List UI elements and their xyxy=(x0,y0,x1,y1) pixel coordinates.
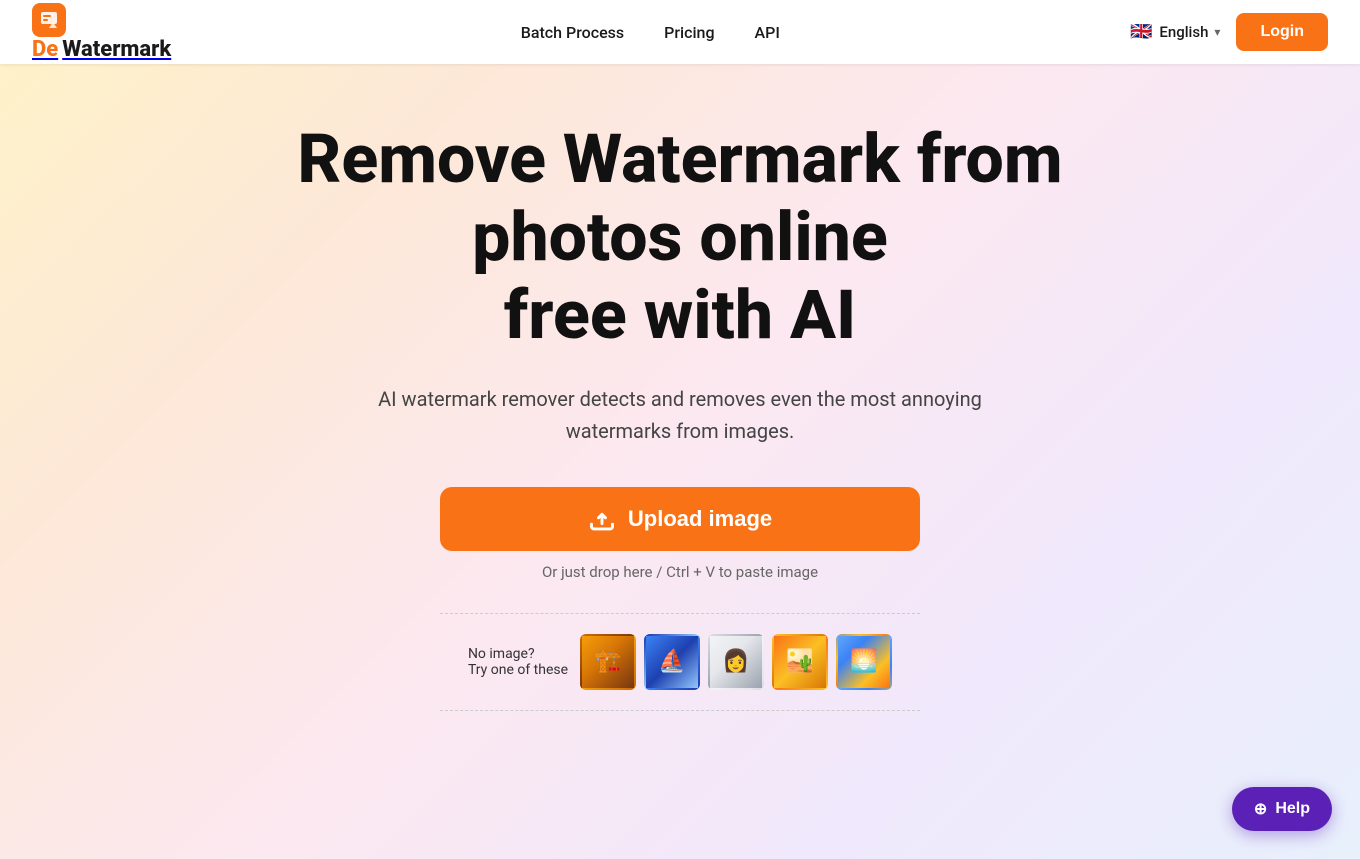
upload-button[interactable]: Upload image xyxy=(440,487,920,551)
logo-watermark: Watermark xyxy=(62,37,171,62)
nav-batch-process[interactable]: Batch Process xyxy=(521,23,624,42)
sample-thumb-content-5: 🌅 xyxy=(838,636,890,688)
sample-image-1[interactable]: 🏗️ xyxy=(580,634,636,690)
sample-image-3[interactable]: 👩 xyxy=(708,634,764,690)
navbar: DeWatermark Batch Process Pricing API 🇬🇧… xyxy=(0,0,1360,64)
try-label: Try one of these xyxy=(468,662,568,678)
sample-thumb-content-1: 🏗️ xyxy=(582,636,634,688)
login-button[interactable]: Login xyxy=(1236,13,1328,51)
sample-image-4[interactable]: 🏜️ xyxy=(772,634,828,690)
logo[interactable]: DeWatermark xyxy=(32,3,171,62)
sample-image-2[interactable]: ⛵ xyxy=(644,634,700,690)
hero-section: Remove Watermark from photos online free… xyxy=(0,0,1360,859)
upload-area: Upload image Or just drop here / Ctrl + … xyxy=(440,487,920,711)
nav-right: 🇬🇧 English ▾ Login xyxy=(1129,13,1328,51)
hero-title: Remove Watermark from photos online free… xyxy=(230,120,1130,355)
nav-links: Batch Process Pricing API xyxy=(521,23,780,42)
sample-image-5[interactable]: 🌅 xyxy=(836,634,892,690)
logo-icon xyxy=(32,3,66,37)
no-image-label: No image? xyxy=(468,646,568,662)
flag-icon: 🇬🇧 xyxy=(1129,24,1153,40)
sample-label: No image? Try one of these xyxy=(468,646,568,678)
chevron-down-icon: ▾ xyxy=(1214,25,1220,39)
help-icon: ⊕ xyxy=(1254,799,1267,819)
upload-button-label: Upload image xyxy=(628,506,772,532)
sample-section: No image? Try one of these 🏗️ ⛵ 👩 🏜️ 🌅 xyxy=(440,613,920,711)
language-label: English xyxy=(1159,23,1208,41)
drop-hint: Or just drop here / Ctrl + V to paste im… xyxy=(542,563,818,581)
logo-de: De xyxy=(32,37,58,62)
nav-pricing[interactable]: Pricing xyxy=(664,23,714,42)
help-button-label: Help xyxy=(1275,800,1310,818)
help-button[interactable]: ⊕ Help xyxy=(1232,787,1332,831)
sample-thumb-content-4: 🏜️ xyxy=(774,636,826,688)
hero-subtitle: AI watermark remover detects and removes… xyxy=(340,383,1020,447)
language-selector[interactable]: 🇬🇧 English ▾ xyxy=(1129,23,1220,41)
sample-thumb-content-3: 👩 xyxy=(710,636,762,688)
nav-api[interactable]: API xyxy=(755,23,780,42)
sample-images: 🏗️ ⛵ 👩 🏜️ 🌅 xyxy=(580,634,892,690)
sample-thumb-content-2: ⛵ xyxy=(646,636,698,688)
upload-icon xyxy=(588,505,616,533)
